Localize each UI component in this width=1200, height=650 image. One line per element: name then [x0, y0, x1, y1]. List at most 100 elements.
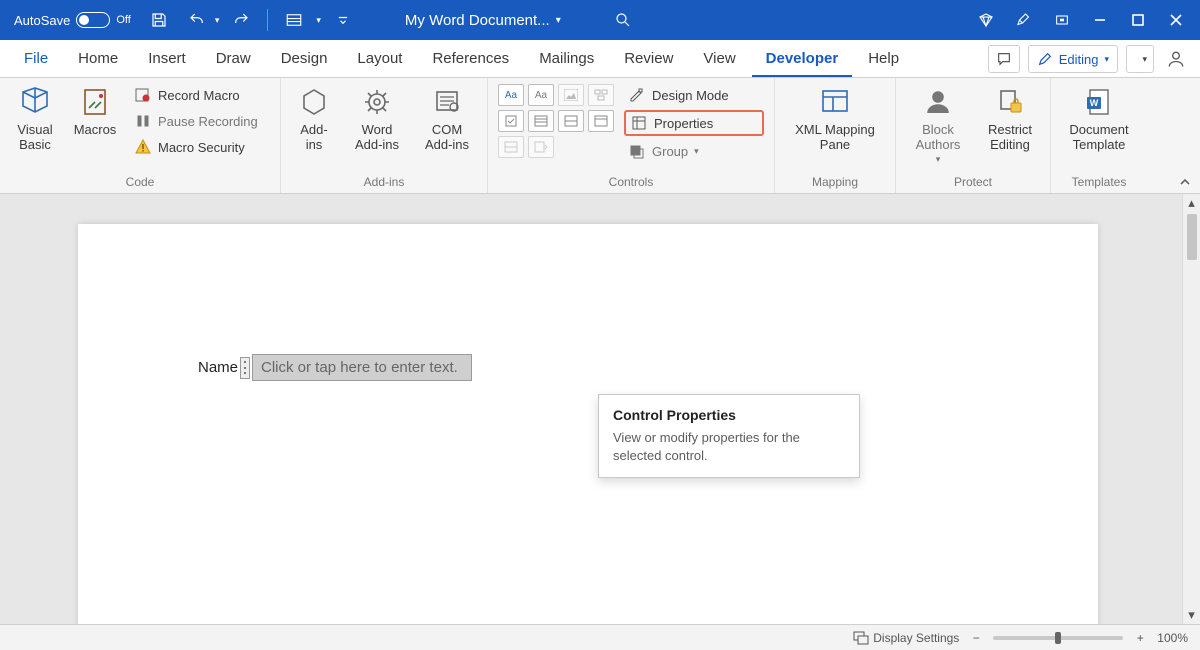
group-protect: Block Authors ▾ Restrict Editing Protect [896, 78, 1051, 193]
minimize-button[interactable] [1084, 4, 1116, 36]
ribbon: Visual Basic Macros Record Macro Pause R… [0, 78, 1200, 194]
chevron-down-icon[interactable]: ▾ [215, 15, 220, 26]
legacy-tools-button[interactable] [528, 136, 554, 158]
share-button[interactable]: ▾ [1126, 45, 1154, 73]
record-macro-button[interactable]: Record Macro [130, 84, 270, 106]
tab-draw[interactable]: Draw [202, 42, 265, 77]
tab-home[interactable]: Home [64, 42, 132, 77]
visual-basic-button[interactable]: Visual Basic [10, 84, 60, 152]
tooltip-body: View or modify properties for the select… [613, 429, 845, 465]
zoom-out-button[interactable]: − [969, 631, 983, 645]
tab-file[interactable]: File [10, 42, 62, 77]
date-picker-control-button[interactable] [588, 110, 614, 132]
redo-button[interactable] [225, 4, 257, 36]
addins-button[interactable]: Add- ins [291, 84, 337, 152]
group-mapping: XML Mapping Pane Mapping [775, 78, 896, 193]
properties-button[interactable]: Properties [624, 110, 764, 136]
group-icon [628, 142, 646, 160]
content-control-text-input[interactable]: Click or tap here to enter text. [252, 354, 472, 381]
document-template-button[interactable]: W Document Template [1061, 84, 1137, 152]
save-button[interactable] [143, 4, 175, 36]
zoom-thumb[interactable] [1055, 632, 1061, 644]
document-title[interactable]: My Word Document... ▾ [405, 12, 561, 29]
zoom-in-button[interactable]: + [1133, 631, 1147, 645]
zoom-percent[interactable]: 100% [1157, 631, 1188, 645]
search-icon [614, 11, 632, 29]
design-mode-button[interactable]: Design Mode [624, 84, 764, 106]
premium-button[interactable] [970, 4, 1002, 36]
scroll-thumb[interactable] [1187, 214, 1197, 260]
maximize-icon [1131, 13, 1145, 27]
customize-qat-button[interactable] [327, 4, 359, 36]
group-templates: W Document Template Templates [1051, 78, 1147, 193]
pause-icon [134, 112, 152, 130]
macro-security-button[interactable]: Macro Security [130, 136, 270, 158]
chevron-up-icon [1178, 175, 1192, 189]
ribbon-tabs: File Home Insert Draw Design Layout Refe… [0, 40, 1200, 78]
chevron-down-icon: ▾ [694, 146, 699, 157]
group-label-protect: Protect [954, 173, 992, 191]
gear-icon [362, 87, 392, 117]
page[interactable]: Name Click or tap here to enter text. [78, 224, 1098, 624]
tab-insert[interactable]: Insert [134, 42, 200, 77]
restrict-editing-icon [995, 87, 1025, 117]
group-controls: Aa Aa Design Mode [488, 78, 775, 193]
diamond-icon [977, 11, 995, 29]
zoom-slider[interactable] [993, 636, 1123, 640]
checkbox-control-button[interactable] [498, 110, 524, 132]
comments-button[interactable] [988, 45, 1020, 73]
autosave-toggle[interactable]: AutoSave Off [8, 12, 137, 28]
building-block-control-button[interactable] [588, 84, 614, 106]
tab-view[interactable]: View [689, 42, 749, 77]
maximize-button[interactable] [1122, 4, 1154, 36]
save-icon [150, 11, 168, 29]
search-button[interactable] [607, 4, 639, 36]
window-mode-button[interactable] [1046, 4, 1078, 36]
undo-button[interactable] [181, 4, 213, 36]
chevron-down-icon[interactable]: ▾ [316, 15, 321, 26]
quick-access-item[interactable] [278, 4, 310, 36]
chevron-down-icon: ▾ [556, 15, 561, 26]
dropdown-control-button[interactable] [558, 110, 584, 132]
vertical-scrollbar[interactable]: ▴ ▾ [1182, 194, 1200, 624]
chevron-down-icon: ▾ [1142, 54, 1147, 65]
group-code: Visual Basic Macros Record Macro Pause R… [0, 78, 281, 193]
scroll-up-button[interactable]: ▴ [1183, 194, 1200, 212]
editing-mode-button[interactable]: Editing ▾ [1028, 45, 1118, 73]
tab-help[interactable]: Help [854, 42, 913, 77]
tab-layout[interactable]: Layout [343, 42, 416, 77]
display-settings-button[interactable]: Display Settings [853, 631, 959, 645]
macros-button[interactable]: Macros [70, 84, 120, 137]
restrict-editing-button[interactable]: Restrict Editing [980, 84, 1040, 152]
chevron-down-icon: ▾ [936, 154, 941, 165]
field-label: Name [198, 359, 238, 376]
group-label-addins: Add-ins [364, 173, 405, 191]
word-addins-button[interactable]: Word Add-ins [347, 84, 407, 152]
collapse-ribbon-button[interactable] [1178, 175, 1192, 189]
toggle-off-icon [76, 12, 110, 28]
rich-text-control-button[interactable]: Aa [498, 84, 524, 106]
scroll-down-button[interactable]: ▾ [1183, 606, 1200, 624]
tab-review[interactable]: Review [610, 42, 687, 77]
overflow-icon [338, 15, 348, 25]
tab-mailings[interactable]: Mailings [525, 42, 608, 77]
picture-control-button[interactable] [558, 84, 584, 106]
coming-soon-button[interactable] [1008, 4, 1040, 36]
combobox-control-button[interactable] [528, 110, 554, 132]
xml-mapping-button[interactable]: XML Mapping Pane [785, 84, 885, 152]
repeating-section-button[interactable] [498, 136, 524, 158]
close-button[interactable] [1160, 4, 1192, 36]
tab-references[interactable]: References [418, 42, 523, 77]
group-label-controls: Controls [609, 173, 654, 191]
grid-icon [285, 11, 303, 29]
com-addins-button[interactable]: COM Add-ins [417, 84, 477, 152]
block-authors-icon [923, 87, 953, 117]
tab-design[interactable]: Design [267, 42, 342, 77]
tooltip-title: Control Properties [613, 407, 845, 423]
tab-developer[interactable]: Developer [752, 42, 853, 77]
account-button[interactable] [1162, 45, 1190, 73]
content-control-handle[interactable] [240, 357, 250, 379]
person-icon [1166, 49, 1186, 69]
plain-text-control-button[interactable]: Aa [528, 84, 554, 106]
svg-text:W: W [1090, 98, 1099, 108]
